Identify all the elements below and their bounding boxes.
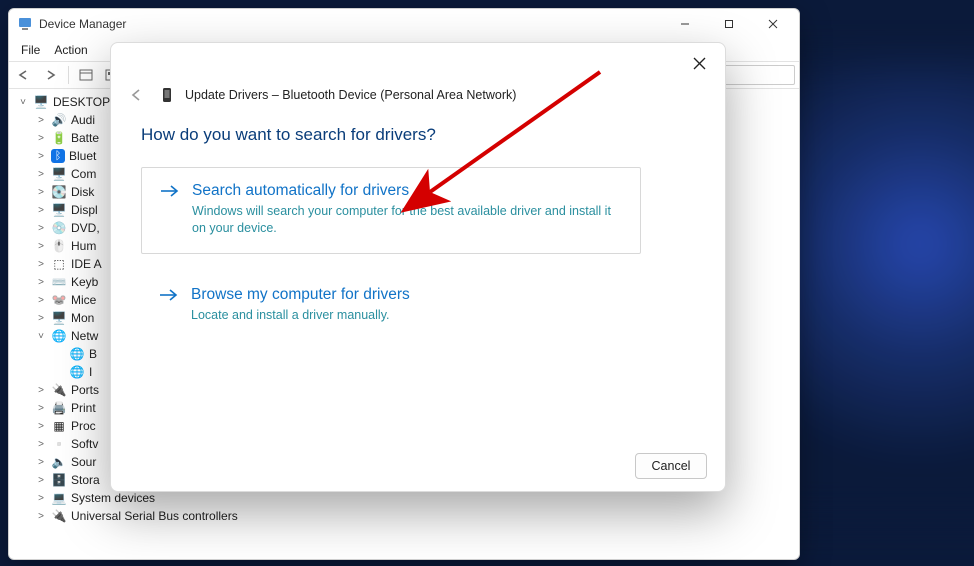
category-icon: ▦ — [51, 418, 67, 434]
chevron-down-icon[interactable]: ˅ — [35, 331, 47, 342]
tree-label: Sour — [71, 455, 96, 469]
chevron-right-icon[interactable]: > — [35, 313, 47, 324]
app-icon — [17, 16, 33, 32]
category-icon: 🖨️ — [51, 400, 67, 416]
tree-label: IDE A — [71, 257, 102, 271]
category-icon: 🌐 — [51, 328, 67, 344]
chevron-right-icon[interactable]: > — [35, 385, 47, 396]
chevron-right-icon[interactable]: > — [35, 295, 47, 306]
dialog-question: How do you want to search for drivers? — [141, 125, 695, 145]
update-drivers-dialog: Update Drivers – Bluetooth Device (Perso… — [110, 42, 726, 492]
chevron-right-icon[interactable]: > — [35, 151, 47, 162]
tree-label: Keyb — [71, 275, 98, 289]
device-icon — [159, 87, 175, 103]
category-icon: 🖥️ — [51, 202, 67, 218]
category-icon: ▫️ — [51, 436, 67, 452]
titlebar[interactable]: Device Manager — [9, 9, 799, 39]
tree-label: Audi — [71, 113, 95, 127]
option-description: Locate and install a driver manually. — [191, 307, 410, 324]
chevron-right-icon[interactable]: > — [35, 241, 47, 252]
category-icon: 🖥️ — [51, 310, 67, 326]
chevron-right-icon[interactable]: > — [35, 403, 47, 414]
chevron-right-icon[interactable]: > — [35, 205, 47, 216]
tree-node[interactable]: > 🔌 Universal Serial Bus controllers — [15, 507, 797, 525]
nav-back-button[interactable] — [13, 64, 37, 86]
tree-label: Com — [71, 167, 96, 181]
category-icon: ⬚ — [51, 256, 67, 272]
chevron-right-icon[interactable]: > — [35, 223, 47, 234]
option-title: Search automatically for drivers — [192, 182, 612, 200]
chevron-right-icon[interactable]: > — [35, 493, 47, 504]
tree-label: Mice — [71, 293, 96, 307]
tree-label: Universal Serial Bus controllers — [71, 509, 238, 523]
option-title: Browse my computer for drivers — [191, 286, 410, 304]
menu-file[interactable]: File — [15, 41, 46, 59]
maximize-button[interactable] — [707, 10, 751, 38]
chevron-right-icon[interactable]: > — [35, 277, 47, 288]
dialog-title: Update Drivers – Bluetooth Device (Perso… — [185, 88, 516, 102]
tree-label: DESKTOP — [53, 95, 110, 109]
tree-label: System devices — [71, 491, 155, 505]
close-button[interactable] — [751, 10, 795, 38]
tree-label: Print — [71, 401, 96, 415]
option-search-automatically[interactable]: Search automatically for drivers Windows… — [141, 167, 641, 254]
tree-label: Proc — [71, 419, 96, 433]
nav-forward-button[interactable] — [39, 64, 63, 86]
chevron-right-icon[interactable]: > — [35, 187, 47, 198]
category-icon: 🖥️ — [51, 166, 67, 182]
cancel-button[interactable]: Cancel — [635, 453, 707, 479]
back-icon[interactable] — [125, 83, 149, 107]
category-icon: 🔊 — [51, 112, 67, 128]
minimize-button[interactable] — [663, 10, 707, 38]
arrow-right-icon — [159, 286, 177, 303]
chevron-right-icon[interactable]: > — [35, 421, 47, 432]
tree-label: Disk — [71, 185, 94, 199]
close-icon[interactable] — [681, 48, 717, 78]
window-title: Device Manager — [39, 17, 126, 31]
arrow-right-icon — [160, 182, 178, 199]
category-icon: 🔈 — [51, 454, 67, 470]
category-icon: 🌐 — [69, 346, 85, 362]
category-icon: 🖱️ — [51, 238, 67, 254]
chevron-right-icon[interactable]: > — [35, 259, 47, 270]
category-icon: 🐭 — [51, 292, 67, 308]
tree-label: Hum — [71, 239, 96, 253]
chevron-right-icon[interactable]: > — [35, 439, 47, 450]
tree-label: Netw — [71, 329, 98, 343]
chevron-right-icon[interactable]: > — [35, 511, 47, 522]
category-icon: 💽 — [51, 184, 67, 200]
category-icon: 🔋 — [51, 130, 67, 146]
menu-action[interactable]: Action — [48, 41, 93, 59]
properties-button[interactable] — [74, 64, 98, 86]
tree-label: Ports — [71, 383, 99, 397]
option-browse-my-computer[interactable]: Browse my computer for drivers Locate an… — [141, 272, 641, 324]
tree-label: Batte — [71, 131, 99, 145]
tree-label: Displ — [71, 203, 98, 217]
tree-label: Softv — [71, 437, 98, 451]
category-icon: 🔌 — [51, 382, 67, 398]
category-icon: 💻 — [51, 490, 67, 506]
category-icon: ⌨️ — [51, 274, 67, 290]
tree-label: I — [89, 365, 92, 379]
toolbar-separator — [68, 66, 69, 84]
chevron-right-icon[interactable]: > — [35, 169, 47, 180]
chevron-right-icon[interactable]: > — [35, 133, 47, 144]
tree-label: Bluet — [69, 149, 96, 163]
tree-label: B — [89, 347, 97, 361]
category-icon: 🖥️ — [33, 94, 49, 110]
category-icon: 💿 — [51, 220, 67, 236]
chevron-down-icon[interactable]: ˅ — [17, 97, 29, 108]
category-icon: ᛒ — [51, 149, 65, 163]
category-icon: 🌐 — [69, 364, 85, 380]
chevron-right-icon[interactable]: > — [35, 475, 47, 486]
tree-label: Stora — [71, 473, 100, 487]
chevron-right-icon[interactable]: > — [35, 457, 47, 468]
category-icon: 🔌 — [51, 508, 67, 524]
option-description: Windows will search your computer for th… — [192, 203, 612, 237]
category-icon: 🗄️ — [51, 472, 67, 488]
chevron-right-icon[interactable]: > — [35, 115, 47, 126]
tree-label: DVD, — [71, 221, 100, 235]
tree-label: Mon — [71, 311, 94, 325]
